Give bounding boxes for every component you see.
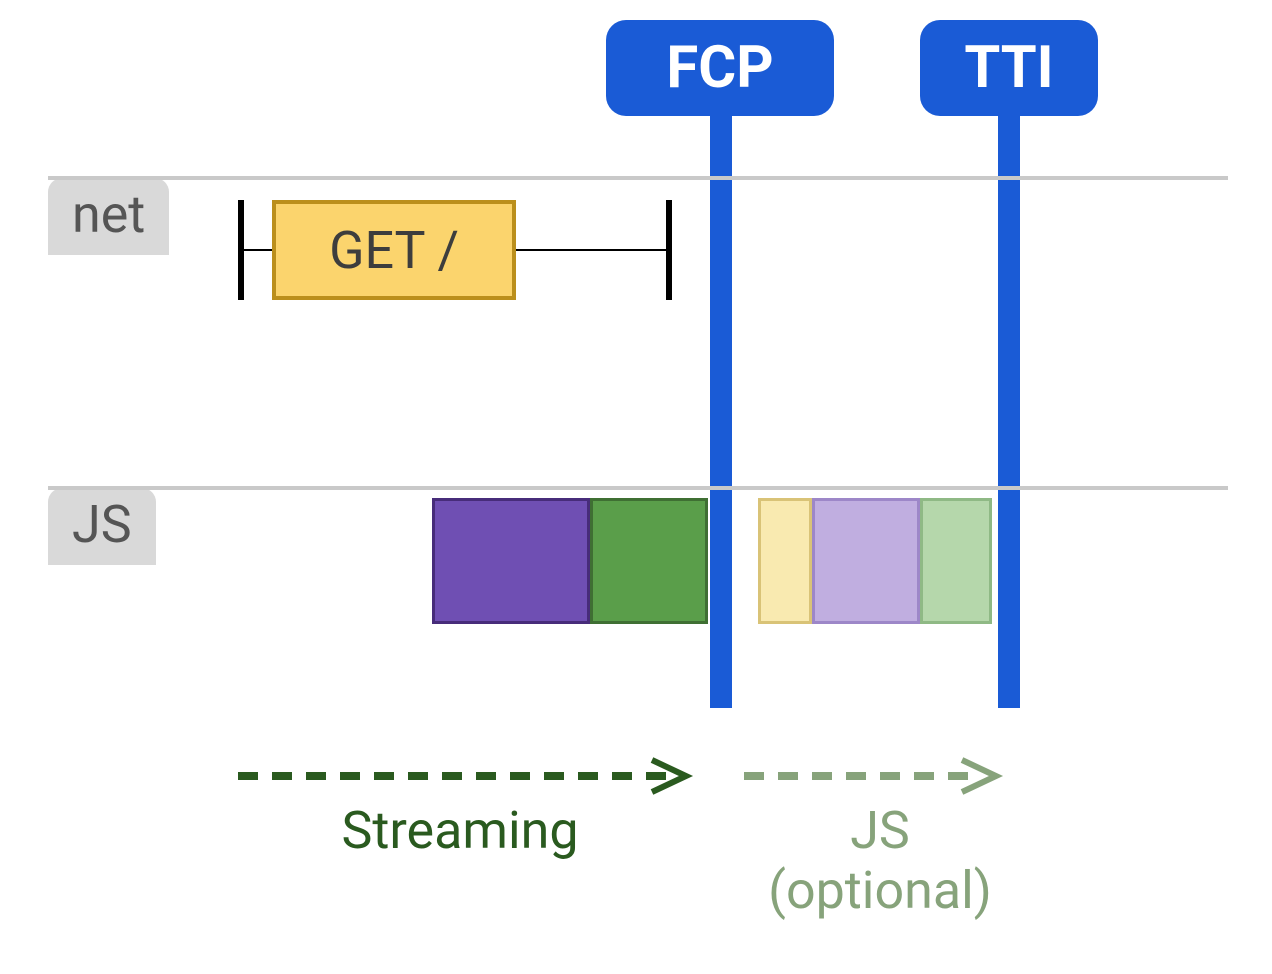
js-block-purple-faded — [812, 498, 920, 624]
streaming-arrow-label: Streaming — [280, 800, 640, 861]
js-optional-arrow-icon — [744, 760, 1004, 800]
rendering-timeline-diagram: FCP TTI net GET / JS Streaming JS (optio… — [0, 0, 1272, 974]
js-block-green — [590, 498, 708, 624]
js-block-purple — [432, 498, 590, 624]
net-whisker-end-cap — [666, 200, 672, 300]
js-row-label: JS — [48, 488, 156, 565]
net-row-rule — [48, 176, 1228, 180]
fcp-marker-line — [710, 110, 732, 708]
js-row-rule — [48, 486, 1228, 490]
js-optional-arrow-label-1: JS — [760, 800, 1000, 861]
tti-marker-line — [998, 110, 1020, 708]
net-row-label: net — [48, 178, 169, 255]
streaming-arrow-icon — [238, 760, 698, 800]
js-block-green-faded — [920, 498, 992, 624]
fcp-marker-label: FCP — [606, 20, 834, 116]
js-optional-arrow-label-2: (optional) — [740, 860, 1020, 921]
net-get-box: GET / — [272, 200, 516, 300]
js-block-yellow-faded — [758, 498, 812, 624]
tti-marker-label: TTI — [920, 20, 1098, 116]
